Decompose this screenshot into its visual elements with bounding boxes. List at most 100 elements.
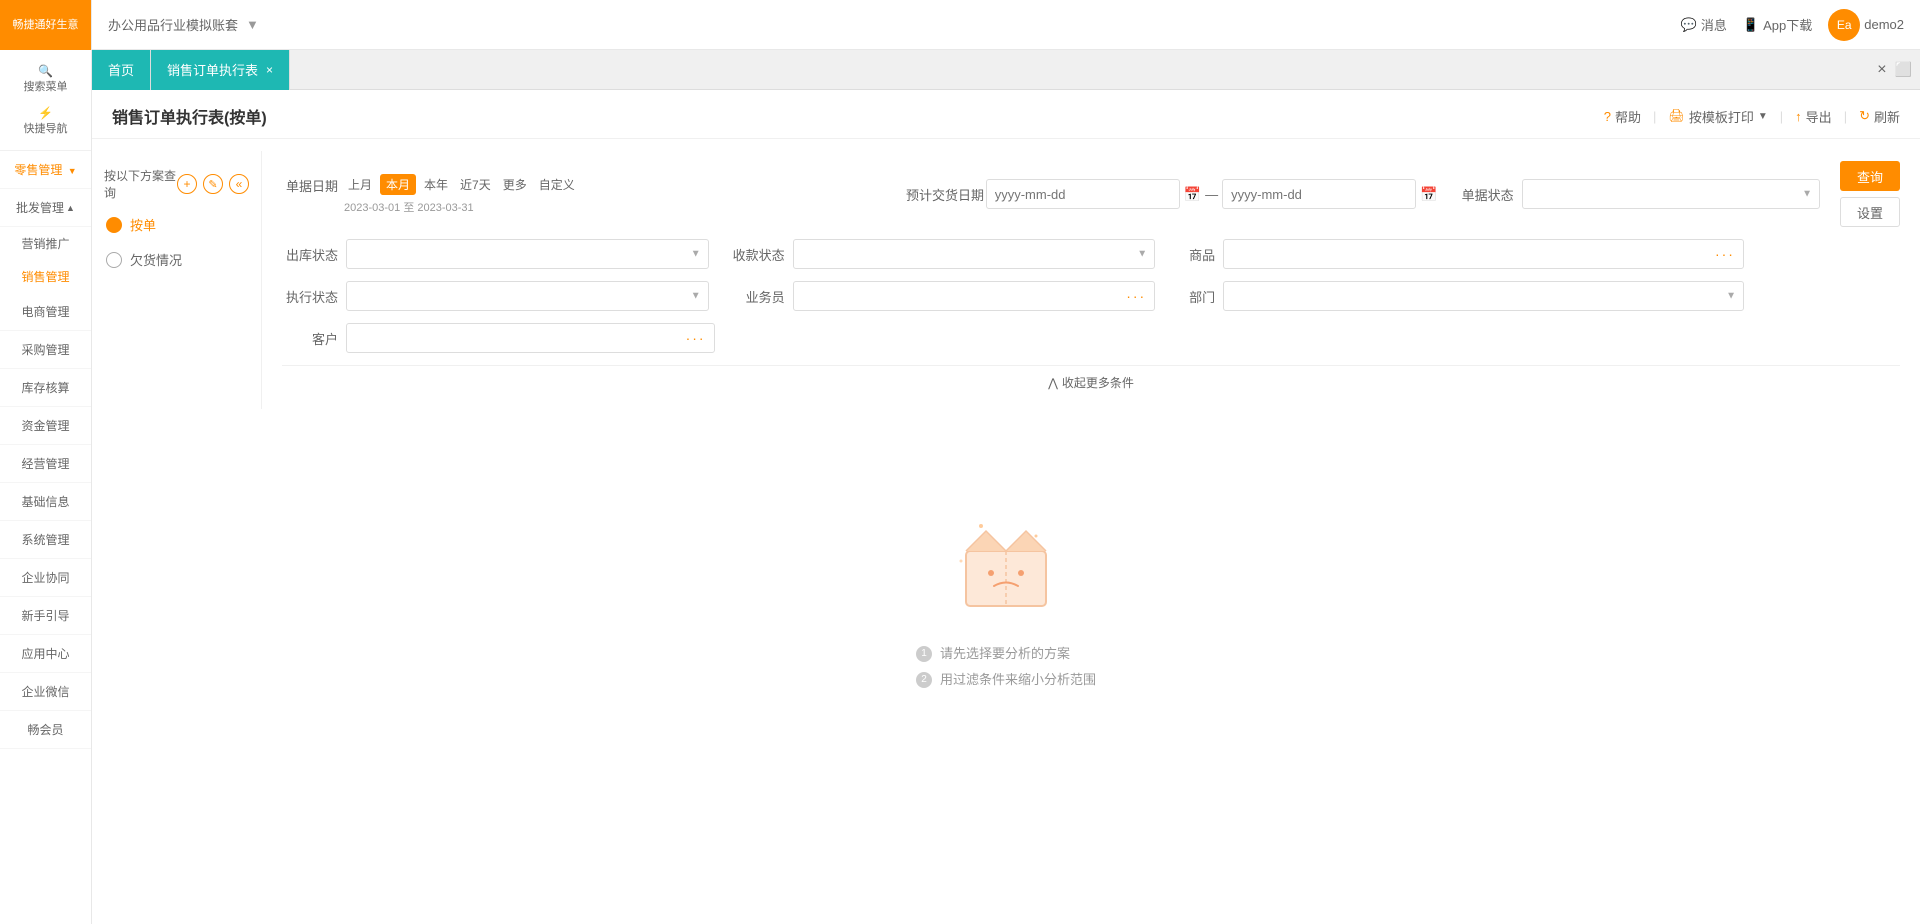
- sidebar-item-label: 零售管理: [14, 163, 62, 177]
- sidebar-item-purchase[interactable]: 采购管理: [0, 331, 91, 369]
- left-panel-title: 按以下方案查询: [104, 167, 177, 201]
- sidebar-item-inventory[interactable]: 库存核算: [0, 369, 91, 407]
- date-label: 单据日期: [282, 176, 338, 195]
- sidebar-item-operations[interactable]: 经营管理: [0, 445, 91, 483]
- sidebar-item-appstore[interactable]: 应用中心: [0, 635, 91, 673]
- sidebar-item-ecommerce[interactable]: 电商管理: [0, 293, 91, 331]
- order-status-select[interactable]: [1522, 179, 1820, 209]
- filter-order-status-item: 单据状态: [1458, 179, 1820, 209]
- this-year-btn[interactable]: 本年: [420, 174, 452, 195]
- sidebar-item-label: 基础信息: [21, 495, 69, 509]
- delivery-status-select[interactable]: [346, 239, 709, 269]
- salesperson-dots-button[interactable]: ···: [1126, 288, 1146, 304]
- sidebar-item-wholesale[interactable]: 批发管理 ▲: [0, 189, 91, 227]
- sidebar-item-retail[interactable]: 零售管理 ▼: [0, 151, 91, 189]
- sidebar-item-newbie[interactable]: 新手引导: [0, 597, 91, 635]
- exec-status-select[interactable]: [346, 281, 709, 311]
- filter-product-item: 商品 ···: [1175, 239, 1744, 269]
- sidebar-item-marketing[interactable]: 营销推广: [0, 227, 91, 260]
- settings-button[interactable]: 设置: [1840, 197, 1900, 227]
- scheme-item-by-order[interactable]: 按单: [92, 207, 261, 242]
- refresh-button[interactable]: ↻ 刷新: [1859, 107, 1900, 126]
- edit-scheme-button[interactable]: ✎: [203, 174, 223, 194]
- template-print-button[interactable]: 🖨 按模板打印 ▼: [1668, 107, 1767, 126]
- sidebar-item-sales[interactable]: 销售管理: [0, 260, 91, 293]
- sidebar-item-member[interactable]: 畅会员: [0, 711, 91, 749]
- filter-receipt-status-item: 收款状态: [729, 239, 1156, 269]
- this-month-btn[interactable]: 本月: [380, 174, 416, 195]
- filter-row-2: 出库状态 收款状态: [282, 239, 1900, 269]
- search-menu-item[interactable]: 🔍 搜索菜单: [6, 58, 85, 100]
- sidebar-item-label: 系统管理: [21, 533, 69, 547]
- tip-item-1: 1 请先选择要分析的方案: [916, 641, 1096, 667]
- filter-delivery-status-item: 出库状态: [282, 239, 709, 269]
- add-scheme-button[interactable]: +: [177, 174, 197, 194]
- empty-tips: 1 请先选择要分析的方案 2 用过滤条件来缩小分析范围: [916, 641, 1096, 693]
- user-avatar: Ea: [1828, 9, 1860, 41]
- help-button[interactable]: ? 帮助: [1604, 107, 1641, 126]
- collapse-row: ⋀ 收起更多条件: [282, 365, 1900, 399]
- tip-item-2: 2 用过滤条件来缩小分析范围: [916, 667, 1096, 693]
- collapse-filter-button[interactable]: ⋀ 收起更多条件: [1048, 374, 1134, 391]
- more-date-btn[interactable]: 更多: [499, 174, 531, 195]
- tab-home[interactable]: 首页: [92, 50, 151, 90]
- lightning-icon: ⚡: [38, 106, 53, 120]
- product-dots-button[interactable]: ···: [1715, 246, 1735, 262]
- scheme-item-debt[interactable]: 欠货情况: [92, 242, 261, 277]
- salesperson-input-wrapper[interactable]: ···: [793, 281, 1156, 311]
- help-icon: ?: [1604, 109, 1611, 124]
- action-buttons: 查询 设置: [1840, 161, 1900, 227]
- tab-sales-order-label: 销售订单执行表: [167, 60, 258, 79]
- product-input-wrapper[interactable]: ···: [1223, 239, 1744, 269]
- left-panel-actions: + ✎ «: [177, 174, 249, 194]
- user-menu[interactable]: Ea demo2: [1828, 9, 1904, 41]
- department-label: 部门: [1175, 287, 1215, 306]
- sidebar-item-finance[interactable]: 资金管理: [0, 407, 91, 445]
- sidebar-item-label: 畅会员: [27, 723, 63, 737]
- tab-sales-order[interactable]: 销售订单执行表 ×: [151, 50, 290, 90]
- calendar-end-icon[interactable]: 📅: [1420, 186, 1437, 203]
- sidebar-search: 🔍 搜索菜单 ⚡ 快捷导航: [0, 50, 91, 151]
- export-button[interactable]: ↑ 导出: [1795, 107, 1832, 126]
- app-download-button[interactable]: 📱 App下载: [1743, 15, 1812, 34]
- sidebar-item-wechat[interactable]: 企业微信: [0, 673, 91, 711]
- message-icon: 💬: [1681, 17, 1697, 33]
- message-label: 消息: [1701, 15, 1727, 34]
- active-scheme-dot: [106, 217, 122, 233]
- industry-dropdown-icon[interactable]: ▼: [246, 17, 259, 32]
- quick-nav-item[interactable]: ⚡ 快捷导航: [6, 100, 85, 142]
- department-select[interactable]: [1223, 281, 1744, 311]
- page-actions: ? 帮助 | 🖨 按模板打印 ▼ | ↑ 导出 | ↻ 刷新: [1604, 107, 1900, 126]
- sidebar-item-enterprise[interactable]: 企业协同: [0, 559, 91, 597]
- sidebar: 畅捷通好生意 🔍 搜索菜单 ⚡ 快捷导航 零售管理 ▼ 批发管理 ▲ 营销推广 …: [0, 0, 92, 924]
- receipt-status-select[interactable]: [793, 239, 1156, 269]
- customer-input-wrapper[interactable]: ···: [346, 323, 715, 353]
- sidebar-item-label: 批发管理: [16, 199, 64, 216]
- expected-date-start-input[interactable]: [986, 179, 1180, 209]
- custom-date-btn[interactable]: 自定义: [535, 174, 579, 195]
- tip-text-2: 用过滤条件来缩小分析范围: [940, 667, 1096, 693]
- sidebar-item-label: 应用中心: [21, 647, 69, 661]
- tip-num-2: 2: [916, 672, 932, 688]
- calendar-start-icon[interactable]: 📅: [1184, 186, 1201, 203]
- tab-close-button[interactable]: ×: [266, 63, 273, 77]
- receipt-status-select-wrapper: [793, 239, 1156, 269]
- last-7-days-btn[interactable]: 近7天: [456, 174, 495, 195]
- message-button[interactable]: 💬 消息: [1681, 15, 1727, 34]
- sidebar-item-label: 资金管理: [21, 419, 69, 433]
- download-icon: 📱: [1743, 17, 1759, 33]
- filter-row-3: 执行状态 业务员 ··· 部门: [282, 281, 1900, 311]
- left-panel-header: 按以下方案查询 + ✎ «: [92, 161, 261, 207]
- customer-dots-button[interactable]: ···: [686, 330, 706, 346]
- last-month-btn[interactable]: 上月: [344, 174, 376, 195]
- query-button[interactable]: 查询: [1840, 161, 1900, 191]
- filter-date-item: 单据日期 上月 本月 本年 近7天 更多 自定义 2023-03-0: [282, 174, 886, 215]
- sidebar-item-system[interactable]: 系统管理: [0, 521, 91, 559]
- exec-status-label: 执行状态: [282, 287, 338, 306]
- window-maximize-button[interactable]: ⬜: [1895, 61, 1912, 78]
- sidebar-item-basic[interactable]: 基础信息: [0, 483, 91, 521]
- collapse-left-button[interactable]: «: [229, 174, 249, 194]
- window-close-button[interactable]: ×: [1877, 61, 1886, 79]
- filter-customer-item: 客户 ···: [282, 323, 715, 353]
- expected-date-end-input[interactable]: [1222, 179, 1416, 209]
